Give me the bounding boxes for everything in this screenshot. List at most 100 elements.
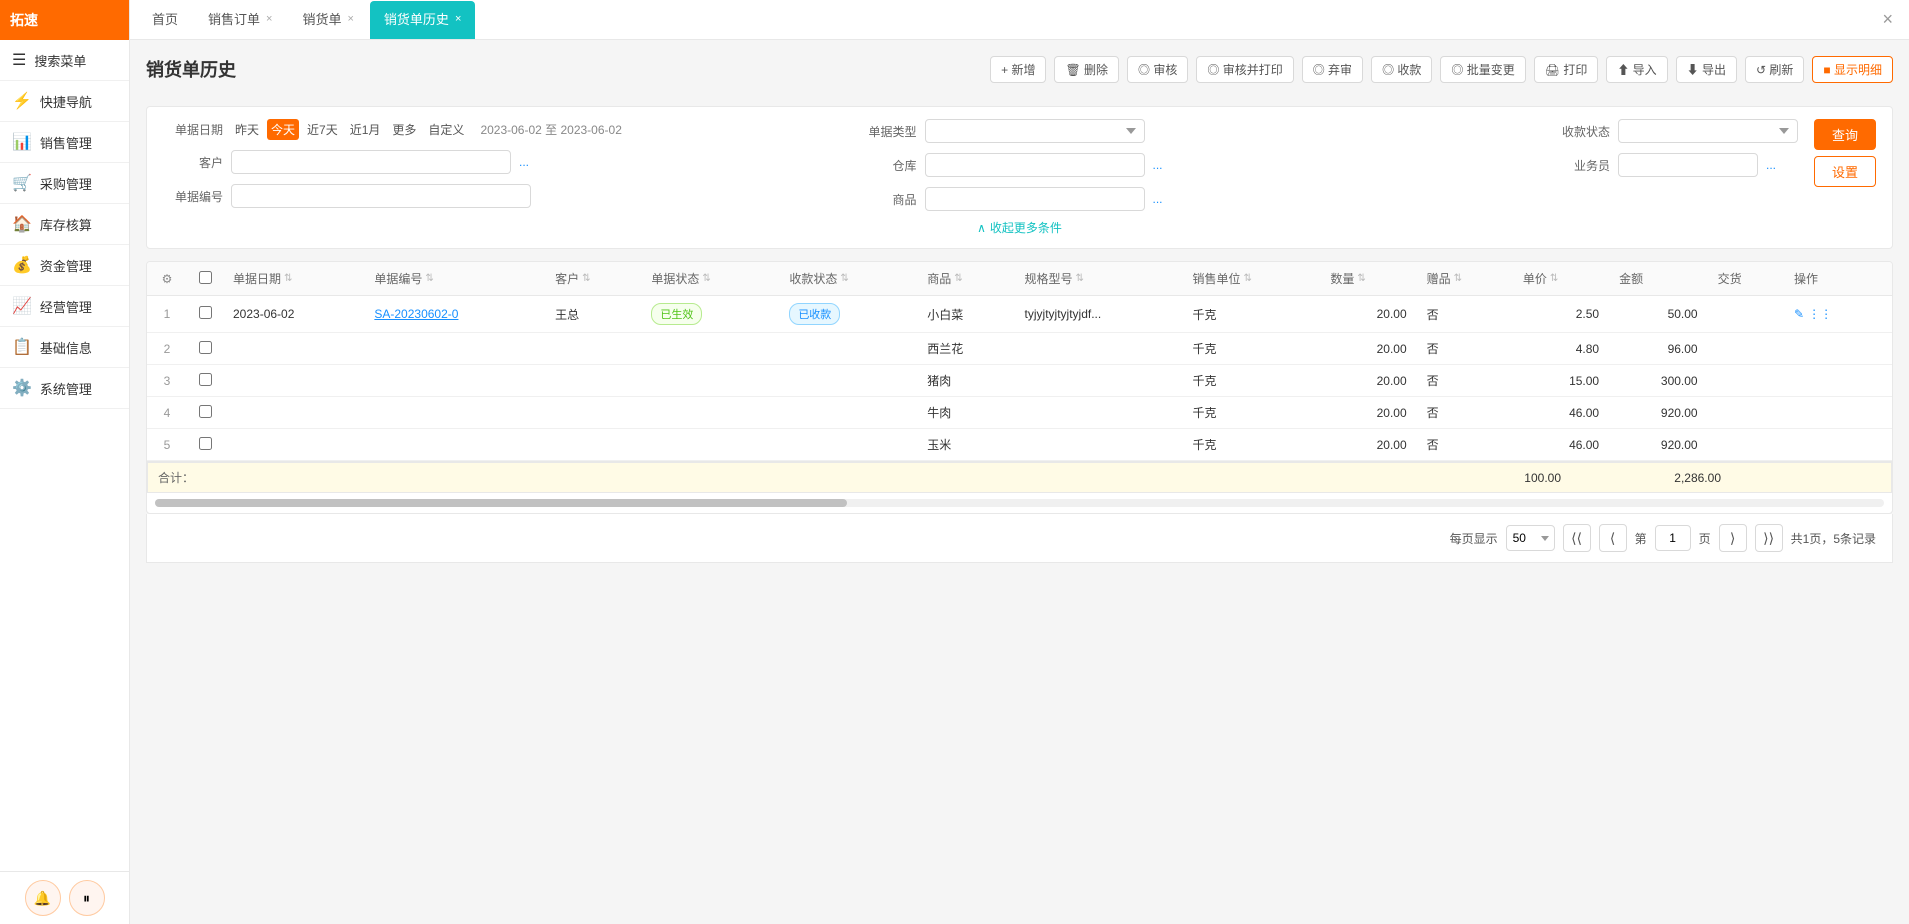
tab-sales-history[interactable]: 销货单历史 × bbox=[370, 1, 475, 39]
sort-doc-status[interactable]: 单据状态 ⇅ bbox=[651, 270, 710, 287]
sort-spec[interactable]: 规格型号 ⇅ bbox=[1025, 270, 1084, 287]
page-last-btn[interactable]: ⟩⟩ bbox=[1755, 524, 1783, 552]
sidebar-item-sales-mgmt[interactable]: 📊 销售管理 bbox=[0, 122, 129, 163]
sidebar-item-search-menu[interactable]: ☰ 搜索菜单 bbox=[0, 40, 129, 81]
cell-checkbox[interactable] bbox=[187, 365, 223, 397]
batch-change-button[interactable]: ◎ 批量变更 bbox=[1440, 56, 1525, 83]
th-receive-status[interactable]: 收款状态 ⇅ bbox=[779, 262, 917, 296]
sort-goods[interactable]: 商品 ⇅ bbox=[927, 270, 962, 287]
tab-close-all-btn[interactable]: × bbox=[1874, 9, 1901, 30]
th-customer[interactable]: 客户 ⇅ bbox=[545, 262, 641, 296]
delete-button[interactable]: 🗑 删除 bbox=[1054, 56, 1119, 83]
goods-input[interactable] bbox=[925, 187, 1145, 211]
cell-checkbox[interactable] bbox=[187, 429, 223, 461]
th-doc-status[interactable]: 单据状态 ⇅ bbox=[641, 262, 779, 296]
tab-sales-invoice-close[interactable]: × bbox=[347, 13, 353, 25]
cell-customer: 王总 bbox=[545, 296, 641, 333]
sort-doc-date[interactable]: 单据日期 ⇅ bbox=[233, 270, 292, 287]
cell-checkbox[interactable] bbox=[187, 397, 223, 429]
th-unit[interactable]: 销售单位 ⇅ bbox=[1182, 262, 1320, 296]
refresh-button[interactable]: ↺ 刷新 bbox=[1745, 56, 1804, 83]
th-qty[interactable]: 数量 ⇅ bbox=[1320, 262, 1416, 296]
cell-checkbox[interactable] bbox=[187, 333, 223, 365]
doctype-select[interactable] bbox=[925, 119, 1145, 143]
sort-gift[interactable]: 赠品 ⇅ bbox=[1427, 270, 1462, 287]
sidebar-item-operations[interactable]: 📈 经营管理 bbox=[0, 286, 129, 327]
sort-qty[interactable]: 数量 ⇅ bbox=[1330, 270, 1365, 287]
tab-sales-order[interactable]: 销售订单 × bbox=[194, 1, 286, 39]
row-checkbox[interactable] bbox=[199, 341, 212, 354]
receivestatus-select[interactable] bbox=[1618, 119, 1798, 143]
date-shortcut-1month[interactable]: 近1月 bbox=[346, 119, 385, 140]
import-button[interactable]: ⬆ 导入 bbox=[1606, 56, 1667, 83]
row-checkbox[interactable] bbox=[199, 373, 212, 386]
th-doc-date[interactable]: 单据日期 ⇅ bbox=[223, 262, 364, 296]
warehouse-input[interactable] bbox=[925, 153, 1145, 177]
sort-price[interactable]: 单价 ⇅ bbox=[1523, 270, 1558, 287]
th-spec[interactable]: 规格型号 ⇅ bbox=[1015, 262, 1183, 296]
goods-select-btn[interactable]: ... bbox=[1153, 192, 1163, 206]
warehouse-select-btn[interactable]: ... bbox=[1153, 158, 1163, 172]
row-checkbox[interactable] bbox=[199, 437, 212, 450]
page-number-input[interactable] bbox=[1655, 525, 1691, 551]
date-shortcut-custom[interactable]: 自定义 bbox=[424, 119, 468, 140]
sidebar-item-basic-info[interactable]: 📋 基础信息 bbox=[0, 327, 129, 368]
sidebar-item-quick-nav[interactable]: ⚡ 快捷导航 bbox=[0, 81, 129, 122]
sidebar-notify-btn[interactable]: 🔔 bbox=[25, 880, 61, 916]
sidebar-item-purchase-mgmt[interactable]: 🛒 采购管理 bbox=[0, 163, 129, 204]
edit-op-btn[interactable]: ✎ bbox=[1794, 307, 1804, 321]
customer-select-btn[interactable]: ... bbox=[519, 155, 529, 169]
query-button[interactable]: 查询 bbox=[1814, 119, 1876, 150]
filter-receivestatus-row: 收款状态 bbox=[1550, 119, 1798, 143]
row-checkbox[interactable] bbox=[199, 306, 212, 319]
abandon-button[interactable]: ◎ 弃审 bbox=[1302, 56, 1363, 83]
page-prev-btn[interactable]: ⟨ bbox=[1599, 524, 1627, 552]
more-op-btn[interactable]: ⋮⋮ bbox=[1808, 307, 1832, 321]
tab-home[interactable]: 首页 bbox=[138, 1, 192, 39]
display-detail-button[interactable]: ■ 显示明细 bbox=[1812, 56, 1893, 83]
horizontal-scrollbar[interactable] bbox=[155, 499, 1884, 507]
th-goods[interactable]: 商品 ⇅ bbox=[917, 262, 1014, 296]
date-shortcut-yesterday[interactable]: 昨天 bbox=[231, 119, 263, 140]
th-settings[interactable]: ⚙ bbox=[147, 262, 187, 296]
tab-sales-invoice[interactable]: 销货单 × bbox=[288, 1, 367, 39]
th-price[interactable]: 单价 ⇅ bbox=[1513, 262, 1609, 296]
doc-number-link[interactable]: SA-20230602-0 bbox=[374, 307, 458, 321]
audit-print-button[interactable]: ◎ 审核并打印 bbox=[1196, 56, 1293, 83]
sidebar-item-finance[interactable]: 💰 资金管理 bbox=[0, 245, 129, 286]
sidebar-item-inventory[interactable]: 🏠 库存核算 bbox=[0, 204, 129, 245]
page-first-btn[interactable]: ⟨⟨ bbox=[1563, 524, 1591, 552]
staff-input[interactable] bbox=[1618, 153, 1758, 177]
customer-input[interactable] bbox=[231, 150, 511, 174]
select-all-checkbox[interactable] bbox=[199, 271, 212, 284]
per-page-select[interactable]: 50 100 bbox=[1506, 525, 1555, 551]
audit-button[interactable]: ◎ 审核 bbox=[1127, 56, 1188, 83]
receive-button[interactable]: ◎ 收款 bbox=[1371, 56, 1432, 83]
row-checkbox[interactable] bbox=[199, 405, 212, 418]
page-next-btn[interactable]: ⟩ bbox=[1719, 524, 1747, 552]
set-button[interactable]: 设置 bbox=[1814, 156, 1876, 187]
sidebar-pause-btn[interactable]: ⏸ bbox=[69, 880, 105, 916]
tab-sales-order-close[interactable]: × bbox=[266, 13, 272, 25]
date-shortcut-more[interactable]: 更多 bbox=[388, 119, 420, 140]
th-doc-number[interactable]: 单据编号 ⇅ bbox=[364, 262, 545, 296]
collapse-filter-btn[interactable]: ∧ 收起更多条件 bbox=[163, 219, 1876, 236]
scrollbar-thumb[interactable] bbox=[155, 499, 847, 507]
sort-receive-status[interactable]: 收款状态 ⇅ bbox=[789, 270, 848, 287]
sort-customer[interactable]: 客户 ⇅ bbox=[555, 270, 590, 287]
th-operation-label: 操作 bbox=[1794, 272, 1818, 286]
tab-sales-history-close[interactable]: × bbox=[455, 13, 461, 25]
sidebar-item-sys-mgmt[interactable]: ⚙️ 系统管理 bbox=[0, 368, 129, 409]
sort-doc-number[interactable]: 单据编号 ⇅ bbox=[374, 270, 433, 287]
sort-unit[interactable]: 销售单位 ⇅ bbox=[1192, 270, 1251, 287]
export-button[interactable]: ⬇ 导出 bbox=[1676, 56, 1737, 83]
cell-checkbox[interactable] bbox=[187, 296, 223, 333]
add-button[interactable]: + 新增 bbox=[990, 56, 1046, 83]
settings-icon[interactable]: ⚙ bbox=[162, 272, 173, 286]
print-button[interactable]: 🖨 打印 bbox=[1534, 56, 1599, 83]
date-shortcut-today[interactable]: 今天 bbox=[267, 119, 299, 140]
docnum-input[interactable] bbox=[231, 184, 531, 208]
th-gift[interactable]: 赠品 ⇅ bbox=[1417, 262, 1513, 296]
staff-select-btn[interactable]: ... bbox=[1766, 158, 1776, 172]
date-shortcut-7days[interactable]: 近7天 bbox=[303, 119, 342, 140]
